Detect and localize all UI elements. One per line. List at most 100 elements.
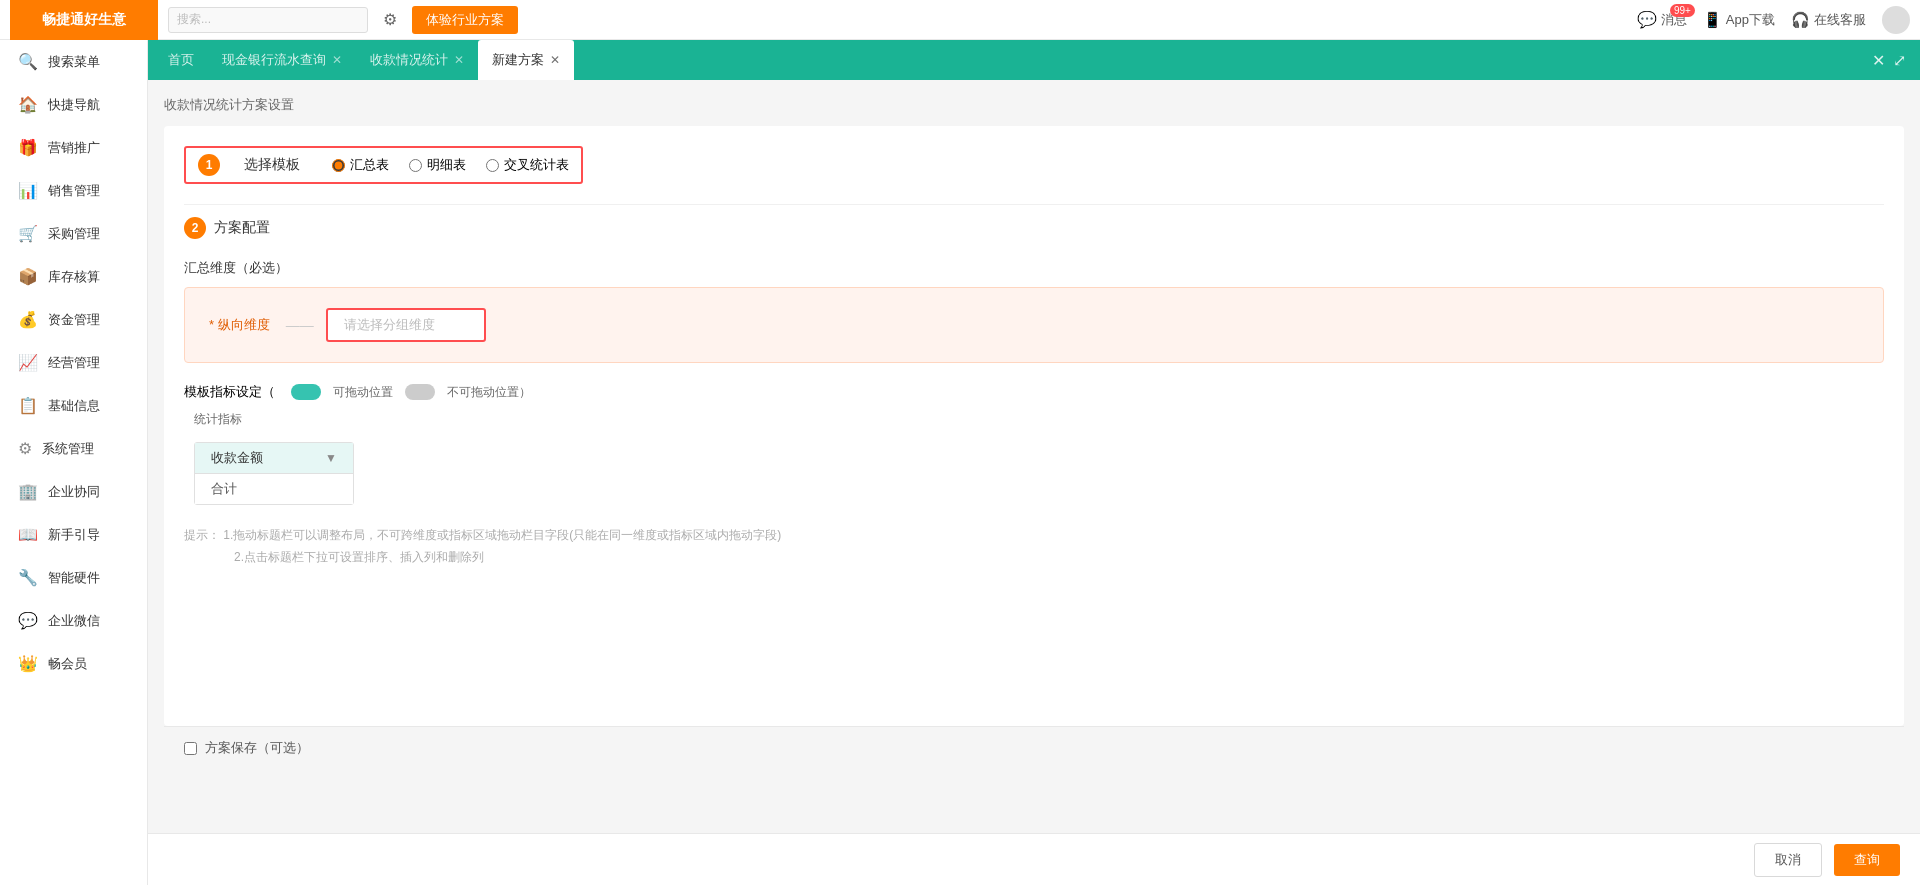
guide-icon: 📖 [18,525,38,544]
sidebar: 🔍 搜索菜单 🏠 快捷导航 🎁 营销推广 📊 销售管理 🛒 采购管理 📦 库存核… [0,40,148,885]
stats-table-header[interactable]: 收款金额 ▼ [195,443,353,474]
download-button[interactable]: 📱 App下载 [1703,11,1775,29]
step1-label: 选择模板 [244,156,300,174]
notification-button[interactable]: 💬 消息 99+ [1637,10,1687,29]
sidebar-label-system: 系统管理 [42,440,94,458]
support-button[interactable]: 🎧 在线客服 [1791,11,1866,29]
sidebar-item-system[interactable]: ⚙ 系统管理 [0,427,147,470]
enterprise-icon: 🏢 [18,482,38,501]
radio-cross-input[interactable] [486,159,499,172]
tip1: 提示： 1.拖动标题栏可以调整布局，不可跨维度或指标区域拖动栏目字段(只能在同一… [184,525,1884,547]
tab-bar: 首页 现金银行流水查询 ✕ 收款情况统计 ✕ 新建方案 ✕ ✕ ⤢ [148,40,1920,80]
sidebar-item-finance[interactable]: 💰 资金管理 [0,298,147,341]
purchase-icon: 🛒 [18,224,38,243]
radio-cross-label: 交叉统计表 [504,156,569,174]
template-step-box: 1 选择模板 汇总表 明细表 交叉统计表 [184,146,583,184]
indicator-title-text: 模板指标设定（ [184,383,275,401]
search-icon: 🔍 [18,52,38,71]
radio-detail[interactable]: 明细表 [409,156,466,174]
stats-table: 收款金额 ▼ 合计 [194,442,354,505]
radio-summary[interactable]: 汇总表 [332,156,389,174]
sidebar-item-marketing[interactable]: 🎁 营销推广 [0,126,147,169]
tips-section: 提示： 1.拖动标题栏可以调整布局，不可跨维度或指标区域拖动栏目字段(只能在同一… [184,525,1884,568]
radio-summary-input[interactable] [332,159,345,172]
search-placeholder-text: 搜索... [177,11,211,28]
dimension-row: * 纵向维度 —— 请选择分组维度 [209,308,1859,342]
support-label: 在线客服 [1814,11,1866,29]
sidebar-label-hardware: 智能硬件 [48,569,100,587]
tab-expand-icon[interactable]: ⤢ [1893,51,1906,70]
sidebar-item-basic-info[interactable]: 📋 基础信息 [0,384,147,427]
gear-button[interactable]: ⚙ [376,6,404,34]
step-divider [184,204,1884,205]
step2-label: 方案配置 [214,219,270,237]
sidebar-item-purchase[interactable]: 🛒 采购管理 [0,212,147,255]
save-row: 方案保存（可选） [164,726,1904,769]
stats-column-header: 收款金额 [211,449,263,467]
message-icon: 💬 [1637,10,1657,29]
trial-button[interactable]: 体验行业方案 [412,6,518,34]
sidebar-label-home: 快捷导航 [48,96,100,114]
footer-bar: 取消 查询 [148,833,1920,885]
dimension-select[interactable]: 请选择分组维度 [326,308,486,342]
sidebar-label-member: 畅会员 [48,655,87,673]
sidebar-label-finance: 资金管理 [48,311,100,329]
sidebar-item-member[interactable]: 👑 畅会员 [0,642,147,685]
tab-bank-flow[interactable]: 现金银行流水查询 ✕ [208,40,356,80]
wechat-icon: 💬 [18,611,38,630]
indicator-header: 模板指标设定（ 可拖动位置 不可拖动位置） [184,383,1884,401]
tab-new-plan[interactable]: 新建方案 ✕ [478,40,574,80]
search-area: 搜索... [168,7,368,33]
step2-row: 2 方案配置 [184,217,1884,239]
main-content: 收款情况统计方案设置 1 选择模板 汇总表 明细表 [148,80,1920,885]
download-icon: 📱 [1703,11,1722,29]
dimension-title: 汇总维度（必选） [184,259,1884,277]
stats-table-wrapper: 统计指标 收款金额 ▼ 合计 [184,411,1884,505]
tab-receipt-stats[interactable]: 收款情况统计 ✕ [356,40,478,80]
top-actions: ⚙ 体验行业方案 [376,6,518,34]
tab-receipt-stats-label: 收款情况统计 [370,51,448,69]
operations-icon: 📈 [18,353,38,372]
cancel-button[interactable]: 取消 [1754,843,1822,877]
stats-dropdown-arrow[interactable]: ▼ [325,451,337,465]
sidebar-item-search[interactable]: 🔍 搜索菜单 [0,40,147,83]
sidebar-item-sales[interactable]: 📊 销售管理 [0,169,147,212]
sidebar-label-enterprise: 企业协同 [48,483,100,501]
tab-home[interactable]: 首页 [154,40,208,80]
hardware-icon: 🔧 [18,568,38,587]
sidebar-item-guide[interactable]: 📖 新手引导 [0,513,147,556]
sidebar-label-wechat: 企业微信 [48,612,100,630]
template-radio-group: 汇总表 明细表 交叉统计表 [332,156,569,174]
stats-indicator-label: 统计指标 [194,411,1884,428]
vertical-dim-label: * 纵向维度 [209,316,270,334]
sidebar-item-home[interactable]: 🏠 快捷导航 [0,83,147,126]
sidebar-label-guide: 新手引导 [48,526,100,544]
radio-summary-label: 汇总表 [350,156,389,174]
tab-close-icon[interactable]: ✕ [1872,51,1885,70]
config-section: 汇总维度（必选） * 纵向维度 —— 请选择分组维度 模板指标设定（ 可拖动位置 [184,259,1884,568]
save-checkbox[interactable] [184,742,197,755]
fixed-indicator [405,384,435,400]
breadcrumb: 收款情况统计方案设置 [164,96,1904,114]
query-button[interactable]: 查询 [1834,844,1900,876]
dimension-placeholder: 请选择分组维度 [344,317,435,332]
radio-detail-label: 明细表 [427,156,466,174]
tab-receipt-stats-close[interactable]: ✕ [454,53,464,67]
save-label: 方案保存（可选） [205,739,309,757]
radio-cross[interactable]: 交叉统计表 [486,156,569,174]
sidebar-item-hardware[interactable]: 🔧 智能硬件 [0,556,147,599]
notif-count: 99+ [1670,4,1695,17]
sidebar-item-inventory[interactable]: 📦 库存核算 [0,255,147,298]
user-avatar[interactable] [1882,6,1910,34]
tip2: 2.点击标题栏下拉可设置排序、插入列和删除列 [234,547,1884,569]
basic-info-icon: 📋 [18,396,38,415]
radio-detail-input[interactable] [409,159,422,172]
sidebar-item-operations[interactable]: 📈 经营管理 [0,341,147,384]
tab-home-label: 首页 [168,51,194,69]
drag-legend: 可拖动位置 不可拖动位置） [291,384,531,401]
sidebar-item-wechat[interactable]: 💬 企业微信 [0,599,147,642]
tab-new-plan-label: 新建方案 [492,51,544,69]
tab-new-plan-close[interactable]: ✕ [550,53,560,67]
sidebar-item-enterprise[interactable]: 🏢 企业协同 [0,470,147,513]
tab-bank-flow-close[interactable]: ✕ [332,53,342,67]
